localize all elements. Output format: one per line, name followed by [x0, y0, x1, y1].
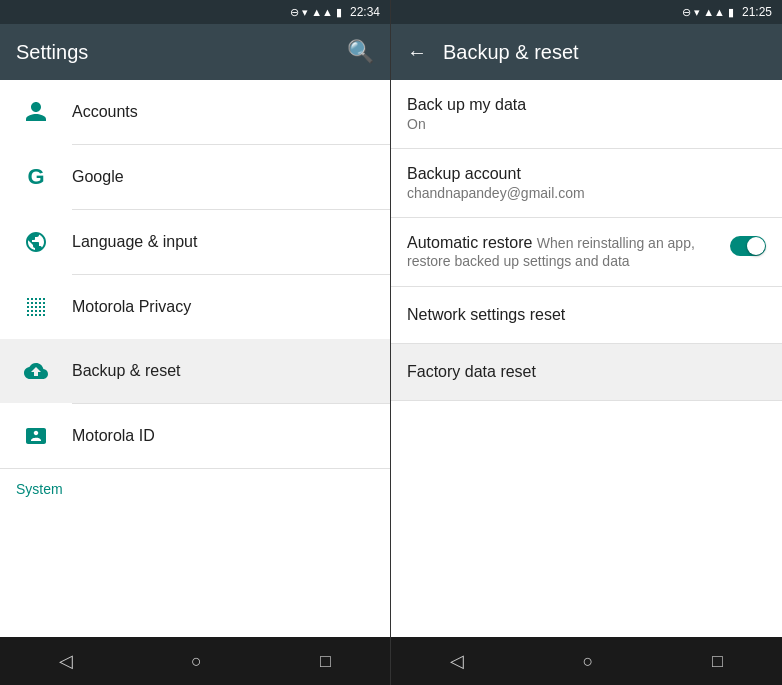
factory-data-reset-title: Factory data reset — [407, 363, 766, 381]
right-status-icons: ⊖ ▾ ▲▲ ▮ — [682, 6, 734, 19]
automatic-restore-item[interactable]: Automatic restore When reinstalling an a… — [391, 218, 782, 286]
left-status-bar: ⊖ ▾ ▲▲ ▮ 22:34 — [0, 0, 390, 24]
right-time: 21:25 — [742, 5, 772, 19]
left-toolbar-title: Settings — [16, 41, 331, 64]
toggle-knob — [747, 237, 765, 255]
right-do-not-disturb-icon: ⊖ — [682, 6, 691, 19]
automatic-restore-toggle[interactable] — [730, 236, 766, 256]
motorola-privacy-label: Motorola Privacy — [72, 298, 191, 316]
right-battery-icon: ▮ — [728, 6, 734, 19]
left-panel: ⊖ ▾ ▲▲ ▮ 22:34 Settings 🔍 Accounts G Goo… — [0, 0, 391, 685]
motorola-id-label: Motorola ID — [72, 427, 155, 445]
search-icon[interactable]: 🔍 — [347, 39, 374, 65]
backup-account-title: Backup account — [407, 165, 766, 183]
left-home-button[interactable]: ○ — [167, 643, 226, 680]
left-status-icons: ⊖ ▾ ▲▲ ▮ — [290, 6, 342, 19]
sidebar-item-google[interactable]: G Google — [0, 145, 390, 209]
sidebar-item-language[interactable]: Language & input — [0, 210, 390, 274]
do-not-disturb-icon: ⊖ — [290, 6, 299, 19]
signal-icon: ▲▲ — [311, 6, 333, 18]
backup-reset-icon — [16, 351, 56, 391]
network-settings-reset-title: Network settings reset — [407, 306, 766, 324]
sidebar-item-motorola-privacy[interactable]: Motorola Privacy — [0, 275, 390, 339]
backup-my-data-subtitle: On — [407, 116, 766, 132]
right-nav-bar: ◁ ○ □ — [391, 637, 782, 685]
backup-my-data-title: Back up my data — [407, 96, 766, 114]
google-label: Google — [72, 168, 124, 186]
left-back-button[interactable]: ◁ — [35, 642, 97, 680]
google-icon: G — [16, 157, 56, 197]
left-time: 22:34 — [350, 5, 380, 19]
accounts-icon — [16, 92, 56, 132]
network-settings-reset-item[interactable]: Network settings reset — [391, 287, 782, 343]
accounts-label: Accounts — [72, 103, 138, 121]
right-toolbar: ← Backup & reset — [391, 24, 782, 80]
language-label: Language & input — [72, 233, 197, 251]
back-icon[interactable]: ← — [407, 41, 427, 64]
backup-reset-label: Backup & reset — [72, 362, 181, 380]
right-toolbar-title: Backup & reset — [443, 41, 766, 64]
backup-my-data-item[interactable]: Back up my data On — [391, 80, 782, 148]
wifi-icon: ▾ — [302, 6, 308, 19]
right-divider-5 — [391, 400, 782, 401]
right-wifi-icon: ▾ — [694, 6, 700, 19]
right-panel: ⊖ ▾ ▲▲ ▮ 21:25 ← Backup & reset Back up … — [391, 0, 782, 685]
right-back-button[interactable]: ◁ — [426, 642, 488, 680]
sidebar-item-motorola-id[interactable]: Motorola ID — [0, 404, 390, 468]
automatic-restore-title: Automatic restore — [407, 234, 532, 251]
factory-data-reset-item[interactable]: Factory data reset — [391, 344, 782, 400]
left-recents-button[interactable]: □ — [296, 643, 355, 680]
settings-list: Accounts G Google Language & input Motor… — [0, 80, 390, 637]
language-icon — [16, 222, 56, 262]
sidebar-item-backup-reset[interactable]: Backup & reset — [0, 339, 390, 403]
right-home-button[interactable]: ○ — [559, 643, 618, 680]
backup-account-subtitle: chandnapandey@gmail.com — [407, 185, 766, 201]
left-nav-bar: ◁ ○ □ — [0, 637, 390, 685]
sidebar-item-accounts[interactable]: Accounts — [0, 80, 390, 144]
battery-icon: ▮ — [336, 6, 342, 19]
backup-account-item[interactable]: Backup account chandnapandey@gmail.com — [391, 149, 782, 217]
automatic-restore-text: Automatic restore When reinstalling an a… — [407, 234, 730, 270]
left-toolbar: Settings 🔍 — [0, 24, 390, 80]
right-status-bar: ⊖ ▾ ▲▲ ▮ 21:25 — [391, 0, 782, 24]
right-recents-button[interactable]: □ — [688, 643, 747, 680]
right-signal-icon: ▲▲ — [703, 6, 725, 18]
backup-reset-content: Back up my data On Backup account chandn… — [391, 80, 782, 637]
motorola-privacy-icon — [16, 287, 56, 327]
system-section-label: System — [0, 469, 390, 501]
motorola-id-icon — [16, 416, 56, 456]
